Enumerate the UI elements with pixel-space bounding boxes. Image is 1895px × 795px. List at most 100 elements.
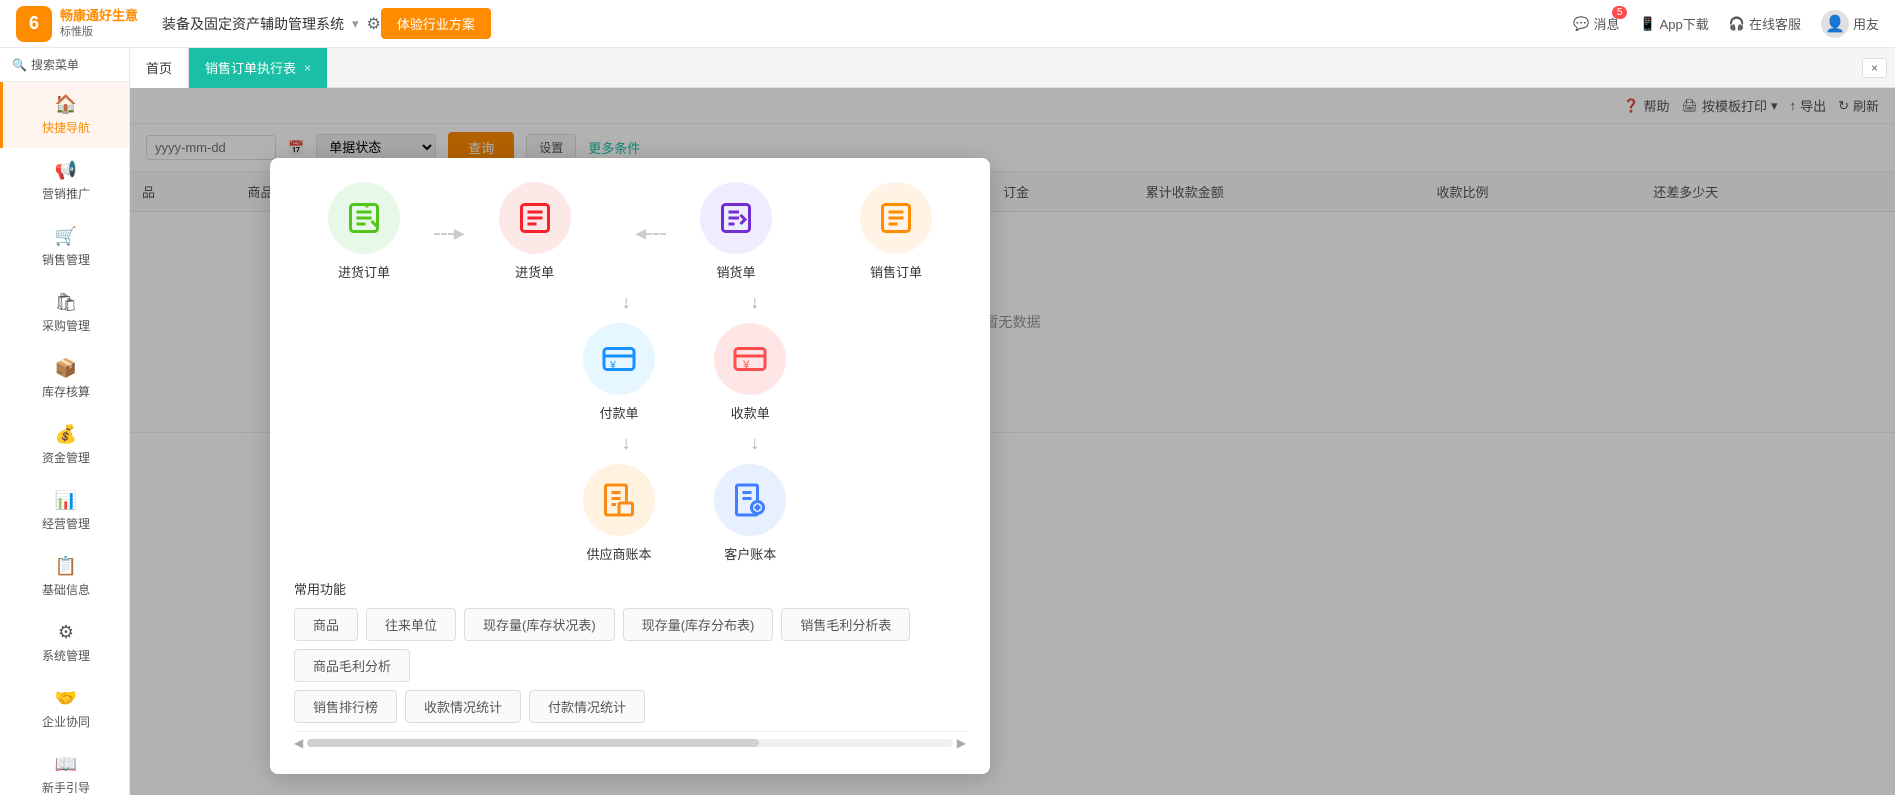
system-title-area: 装备及固定资产辅助管理系统 ▾ ⚙ <box>162 14 381 34</box>
quick-functions-section: 常用功能 商品 往来单位 现存量(库存状况表) 现存量(库存分布表) 销售毛利分… <box>294 579 966 723</box>
wf-row-2-arrows: ↓ ↓ <box>294 289 966 315</box>
arrow-down-rec: ↓ <box>750 430 759 456</box>
system-title: 装备及固定资产辅助管理系统 <box>162 14 344 34</box>
svg-text:￥: ￥ <box>741 359 752 371</box>
scrollbar-thumb <box>307 739 759 747</box>
tab-sales-order[interactable]: 销售订单执行表 × <box>189 48 327 88</box>
download-icon: 📱 <box>1639 16 1655 32</box>
close-all-tabs-button[interactable]: × <box>1862 58 1887 78</box>
wf-node-purchase-order[interactable]: 进货订单 <box>294 182 434 281</box>
quick-btn-product-profit[interactable]: 商品毛利分析 <box>294 649 410 682</box>
headset-icon: 🎧 <box>1729 16 1745 32</box>
sidebar-item-basic[interactable]: 📋 基础信息 <box>0 544 129 610</box>
tab-bar-end: × <box>1862 58 1895 78</box>
app-download-item[interactable]: 📱 App下载 <box>1639 14 1708 33</box>
quick-btn-sales-profit[interactable]: 销售毛利分析表 <box>781 608 910 641</box>
message-icon: 💬 <box>1573 16 1589 32</box>
quick-btn-sales-rank[interactable]: 销售排行榜 <box>294 690 397 723</box>
app-logo: 6 <box>16 6 52 42</box>
sidebar-item-finance[interactable]: 💰 资金管理 <box>0 412 129 478</box>
quick-btn-stock-dist[interactable]: 现存量(库存分布表) <box>623 608 774 641</box>
home-icon: 🏠 <box>55 94 77 115</box>
quick-btn-counterparty[interactable]: 往来单位 <box>366 608 456 641</box>
sidebar-item-sales[interactable]: 🛒 销售管理 <box>0 214 129 280</box>
workflow-diagram: 进货订单 ▶ <box>294 182 966 563</box>
arrow-down-pb: ↓ <box>622 289 631 315</box>
purchase-order-circle <box>328 182 400 254</box>
online-service-item[interactable]: 🎧 在线客服 <box>1729 14 1801 33</box>
sales-icon: 🛒 <box>55 226 77 247</box>
sidebar-item-inventory[interactable]: 📦 库存核算 <box>0 346 129 412</box>
finance-icon: 💰 <box>55 424 77 445</box>
svg-text:¥: ¥ <box>609 359 616 371</box>
user-item[interactable]: 👤 用友 <box>1821 10 1879 38</box>
tab-home[interactable]: 首页 <box>130 48 189 88</box>
avatar: 👤 <box>1821 10 1849 38</box>
newbie-icon: 📖 <box>55 754 77 775</box>
wf-row-3: ¥ 付款单 <box>294 323 966 422</box>
sales-bill-circle <box>700 182 772 254</box>
message-badge: 5 <box>1612 6 1628 19</box>
arrow-down-sb: ↓ <box>750 289 759 315</box>
sidebar-item-purchase[interactable]: 🛍 采购管理 <box>0 280 129 346</box>
content-body: ❓ 帮助 🖨 按模板打印 ▾ ↑ 导出 <box>130 88 1895 795</box>
marketing-icon: 📢 <box>55 160 77 181</box>
payment-circle: ¥ <box>583 323 655 395</box>
sidebar-item-marketing[interactable]: 📢 营销推广 <box>0 148 129 214</box>
wf-row-1: 进货订单 ▶ <box>294 182 966 281</box>
wf-node-payment[interactable]: ¥ 付款单 <box>553 323 684 422</box>
quick-btn-product[interactable]: 商品 <box>294 608 358 641</box>
wf-node-sales-order[interactable]: 销售订单 <box>826 182 966 281</box>
system-icon: ⚙ <box>58 622 74 643</box>
tab-bar: 首页 销售订单执行表 × × <box>130 48 1895 88</box>
wf-node-supplier-account[interactable]: 供应商账本 <box>553 464 684 563</box>
wf-node-customer-account[interactable]: 客户账本 <box>685 464 816 563</box>
quick-buttons-row1: 商品 往来单位 现存量(库存状况表) 现存量(库存分布表) 销售毛利分析表 商品… <box>294 608 966 682</box>
system-dropdown-icon[interactable]: ▾ <box>352 16 359 32</box>
scroll-right-arrow[interactable]: ▶ <box>957 736 966 750</box>
logo-area: 6 畅康通好生意 标惟版 <box>16 6 146 42</box>
scroll-left-arrow[interactable]: ◀ <box>294 736 303 750</box>
sidebar-item-quick[interactable]: 🏠 快捷导航 <box>0 82 129 148</box>
wf-node-sales-bill[interactable]: 销货单 <box>666 182 806 281</box>
modal-box: 进货订单 ▶ <box>270 158 990 774</box>
sidebar: 🔍 搜索菜单 🏠 快捷导航 📢 营销推广 🛒 销售管理 🛍 采购管理 📦 <box>0 48 130 795</box>
wf-row-4-arrows: ↓ ↓ <box>294 430 966 456</box>
search-menu[interactable]: 🔍 搜索菜单 <box>0 48 129 82</box>
quick-btn-payment-stat[interactable]: 付款情况统计 <box>529 690 645 723</box>
topbar-right: 💬 消息 5 📱 App下载 🎧 在线客服 👤 用友 <box>1573 10 1879 38</box>
arrow-so-to-sb: ◀ <box>635 197 666 266</box>
trial-button[interactable]: 体验行业方案 <box>381 8 491 39</box>
wf-node-purchase-bill[interactable]: 进货单 <box>465 182 605 281</box>
scroll-area: ◀ ▶ <box>294 731 966 750</box>
sidebar-item-system[interactable]: ⚙ 系统管理 <box>0 610 129 676</box>
sidebar-item-newbie[interactable]: 📖 新手引导 <box>0 742 129 795</box>
tab-close-icon[interactable]: × <box>304 61 311 75</box>
collab-icon: 🤝 <box>55 688 77 709</box>
message-item[interactable]: 💬 消息 5 <box>1573 14 1619 33</box>
sidebar-item-collab[interactable]: 🤝 企业协同 <box>0 676 129 742</box>
scrollbar-track[interactable] <box>307 739 953 747</box>
purchase-bill-circle <box>499 182 571 254</box>
search-icon: 🔍 <box>12 58 27 72</box>
arrow-po-to-pb: ▶ <box>434 197 465 266</box>
arrow-down-pay: ↓ <box>622 430 631 456</box>
modal-overlay: 进货订单 ▶ <box>130 88 1895 795</box>
inventory-icon: 📦 <box>55 358 77 379</box>
quick-buttons-row2: 销售排行榜 收款情况统计 付款情况统计 <box>294 690 966 723</box>
operation-icon: 📊 <box>55 490 77 511</box>
wf-row-5: 供应商账本 <box>294 464 966 563</box>
purchase-icon: 🛍 <box>55 292 78 313</box>
quick-functions-title: 常用功能 <box>294 579 966 598</box>
sales-order-circle <box>860 182 932 254</box>
quick-btn-stock-status[interactable]: 现存量(库存状况表) <box>464 608 615 641</box>
supplier-account-circle <box>583 464 655 536</box>
wf-node-receipt[interactable]: ￥ 收款单 <box>685 323 816 422</box>
logo-text: 畅康通好生意 标惟版 <box>60 8 138 39</box>
settings-icon[interactable]: ⚙ <box>367 14 381 34</box>
receipt-circle: ￥ <box>714 323 786 395</box>
quick-btn-receipt-stat[interactable]: 收款情况统计 <box>405 690 521 723</box>
basic-icon: 📋 <box>55 556 77 577</box>
sidebar-item-operation[interactable]: 📊 经营管理 <box>0 478 129 544</box>
customer-account-circle <box>714 464 786 536</box>
